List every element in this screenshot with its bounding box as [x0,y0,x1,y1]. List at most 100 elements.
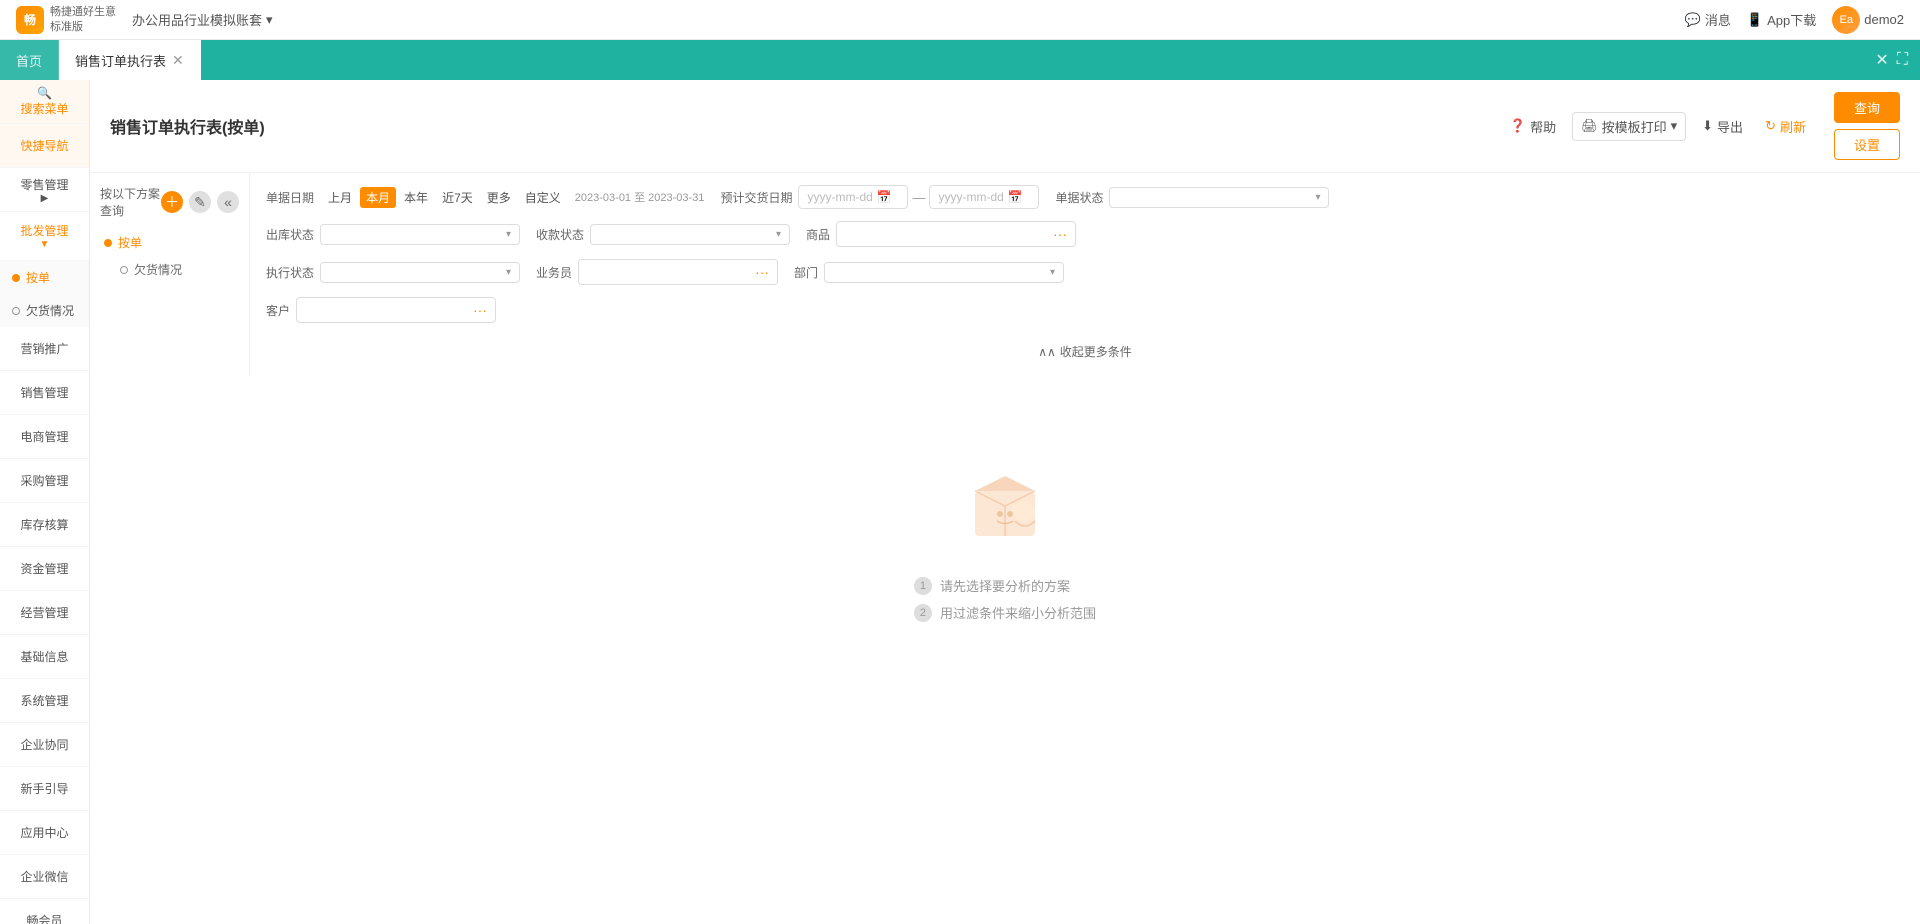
empty-tip-1: 1 请先选择要分析的方案 [914,576,1096,595]
scheme-inactive-dot [120,266,128,274]
exec-select-arrow-icon: ▾ [506,267,511,278]
scheme-panel-header: 按以下方案查询 ＋ ✎ « [100,185,239,219]
filter-scheme-panel: 按以下方案查询 ＋ ✎ « 按单 欠货情况 [90,173,250,376]
empty-tips: 1 请先选择要分析的方案 2 用过滤条件来缩小分析范围 [914,576,1096,622]
sidebar-item-search[interactable]: 🔍 搜索菜单 [0,80,89,124]
app-download-button[interactable]: 📱 App下载 [1747,10,1816,29]
tab-sales-order[interactable]: 销售订单执行表 ✕ [59,40,201,80]
sidebar-item-system[interactable]: 系统管理 [0,679,89,723]
sidebar-item-wholesale[interactable]: 批发管理 ▼ [0,212,89,261]
collapse-bar[interactable]: ∧∧ 收起更多条件 [266,335,1904,364]
fullscreen-icon[interactable]: ⛶ [1897,51,1908,69]
customer-more-icon[interactable]: ··· [473,302,487,318]
tab-bar: 首页 销售订单执行表 ✕ ✕ ⛶ [0,40,1920,80]
export-button[interactable]: ⬇ 导出 [1696,113,1749,140]
sidebar-sub-wholesale: 按单 欠货情况 [0,261,89,327]
header-right: 💬 消息 📱 App下载 Ea demo2 [1685,6,1904,34]
exec-select[interactable]: ▾ [320,262,520,283]
dept-select[interactable]: ▾ [824,262,1064,283]
date-tab-custom[interactable]: 自定义 [519,187,567,208]
close-window-icon[interactable]: ✕ [1875,50,1888,70]
print-icon: 🖨 [1581,118,1598,134]
company-dropdown[interactable]: 办公用品行业模拟账套 ▾ [124,6,281,33]
customer-input[interactable]: ··· [296,297,496,323]
date-tab-thisyear[interactable]: 本年 [398,187,434,208]
sidebar-item-quicknav[interactable]: 快捷导航 [0,124,89,168]
scheme-item-by-order[interactable]: 按单 [100,229,239,256]
status-select[interactable]: ▾ [1109,187,1329,208]
sidebar-item-corpwechat[interactable]: 企业微信 [0,855,89,899]
user-avatar-area[interactable]: Ea demo2 [1832,6,1904,34]
dept-select-arrow-icon: ▾ [1050,267,1055,278]
product-more-icon[interactable]: ··· [1053,226,1067,242]
predicted-date-start[interactable]: yyyy-mm-dd 📅 [798,185,908,209]
filter-status-field: 单据状态 ▾ [1055,187,1329,208]
tab-close-icon[interactable]: ✕ [172,52,184,69]
sidebar-item-finance[interactable]: 资金管理 [0,547,89,591]
sidebar-item-operations[interactable]: 经营管理 [0,591,89,635]
date-tab-more[interactable]: 更多 [481,187,517,208]
refresh-icon: ↻ [1765,118,1776,134]
sidebar-item-retail[interactable]: 零售管理 ▶ [0,168,89,212]
date-tab-thismonth[interactable]: 本月 [360,187,396,208]
salesperson-label: 业务员 [536,264,572,281]
add-scheme-button[interactable]: ＋ [161,191,183,213]
export-icon: ⬇ [1702,118,1713,134]
predicted-date-range: yyyy-mm-dd 📅 — yyyy-mm-dd 📅 [798,185,1039,209]
content-area: 销售订单执行表(按单) ❓ 帮助 🖨 按模板打印 ▾ ⬇ 导出 [90,80,1920,924]
sidebar-item-purchase[interactable]: 采购管理 [0,459,89,503]
dept-label: 部门 [794,264,818,281]
date-tab-7days[interactable]: 近7天 [436,187,479,208]
tip-num-1: 1 [914,577,932,595]
query-button[interactable]: 查询 [1834,92,1900,123]
filter-row-4: 客户 ··· [266,297,1904,323]
filter-delivery-field: 出库状态 ▾ [266,224,520,245]
sidebar-item-sales[interactable]: 销售管理 [0,371,89,415]
edit-scheme-button[interactable]: ✎ [189,191,211,213]
sidebar-item-enterprise[interactable]: 企业协同 [0,723,89,767]
delivery-select-arrow-icon: ▾ [506,229,511,240]
avatar: Ea [1832,6,1860,34]
sidebar-item-ecommerce[interactable]: 电商管理 [0,415,89,459]
settings-button[interactable]: 设置 [1834,129,1900,160]
filter-conditions: 单据日期 上月 本月 本年 近7天 更多 自定义 2023-03-01 至 20… [250,173,1920,376]
chevron-down-icon: ▼ [40,239,50,250]
salesperson-input[interactable]: ··· [578,259,778,285]
calendar-end-icon: 📅 [1008,190,1023,204]
salesperson-more-icon[interactable]: ··· [755,264,769,280]
filter-row-2: 出库状态 ▾ 收款状态 ▾ [266,221,1904,247]
message-button[interactable]: 💬 消息 [1685,10,1731,29]
date-range-separator: — [912,190,925,205]
filter-row-3: 执行状态 ▾ 业务员 ··· [266,259,1904,285]
scheme-sub-item-shortage[interactable]: 欠货情况 [100,256,239,283]
sidebar-item-basic[interactable]: 基础信息 [0,635,89,679]
sidebar-item-member[interactable]: 畅会员 [0,899,89,924]
empty-state-illustration [955,456,1055,556]
product-input[interactable]: ··· [836,221,1076,247]
sidebar-item-appcenter[interactable]: 应用中心 [0,811,89,855]
help-button[interactable]: ❓ 帮助 [1504,113,1562,140]
phone-icon: 📱 [1747,12,1763,28]
page-header-actions: ❓ 帮助 🖨 按模板打印 ▾ ⬇ 导出 ↻ 刷新 [1504,92,1900,160]
date-range-text: 2023-03-01 至 2023-03-31 [575,189,705,205]
date-tab-lastmonth[interactable]: 上月 [322,187,358,208]
tab-bar-right: ✕ ⛶ [1875,50,1920,70]
sidebar-sub-item-shortage[interactable]: 欠货情况 [0,294,89,327]
sidebar-item-inventory[interactable]: 库存核算 [0,503,89,547]
receipt-select[interactable]: ▾ [590,224,790,245]
sidebar-item-newuser[interactable]: 新手引导 [0,767,89,811]
date-label: 单据日期 [266,189,314,206]
date-tabs: 上月 本月 本年 近7天 更多 自定义 [322,187,567,208]
page-header: 销售订单执行表(按单) ❓ 帮助 🖨 按模板打印 ▾ ⬇ 导出 [90,80,1920,173]
refresh-button[interactable]: ↻ 刷新 [1759,113,1812,140]
sidebar-item-marketing[interactable]: 营销推广 [0,327,89,371]
sidebar-sub-item-by-order[interactable]: 按单 [0,261,89,294]
tab-home[interactable]: 首页 [0,40,59,80]
chevron-down-icon: ▾ [266,12,273,28]
collapse-scheme-button[interactable]: « [217,191,239,213]
print-button[interactable]: 🖨 按模板打印 ▾ [1572,112,1686,141]
delivery-select[interactable]: ▾ [320,224,520,245]
sidebar: 🔍 搜索菜单 快捷导航 零售管理 ▶ 批发管理 ▼ 按单 欠货情况 [0,80,90,924]
header-left: 畅 畅捷通好生意 标准版 办公用品行业模拟账套 ▾ [16,5,281,34]
predicted-date-end[interactable]: yyyy-mm-dd 📅 [929,185,1039,209]
